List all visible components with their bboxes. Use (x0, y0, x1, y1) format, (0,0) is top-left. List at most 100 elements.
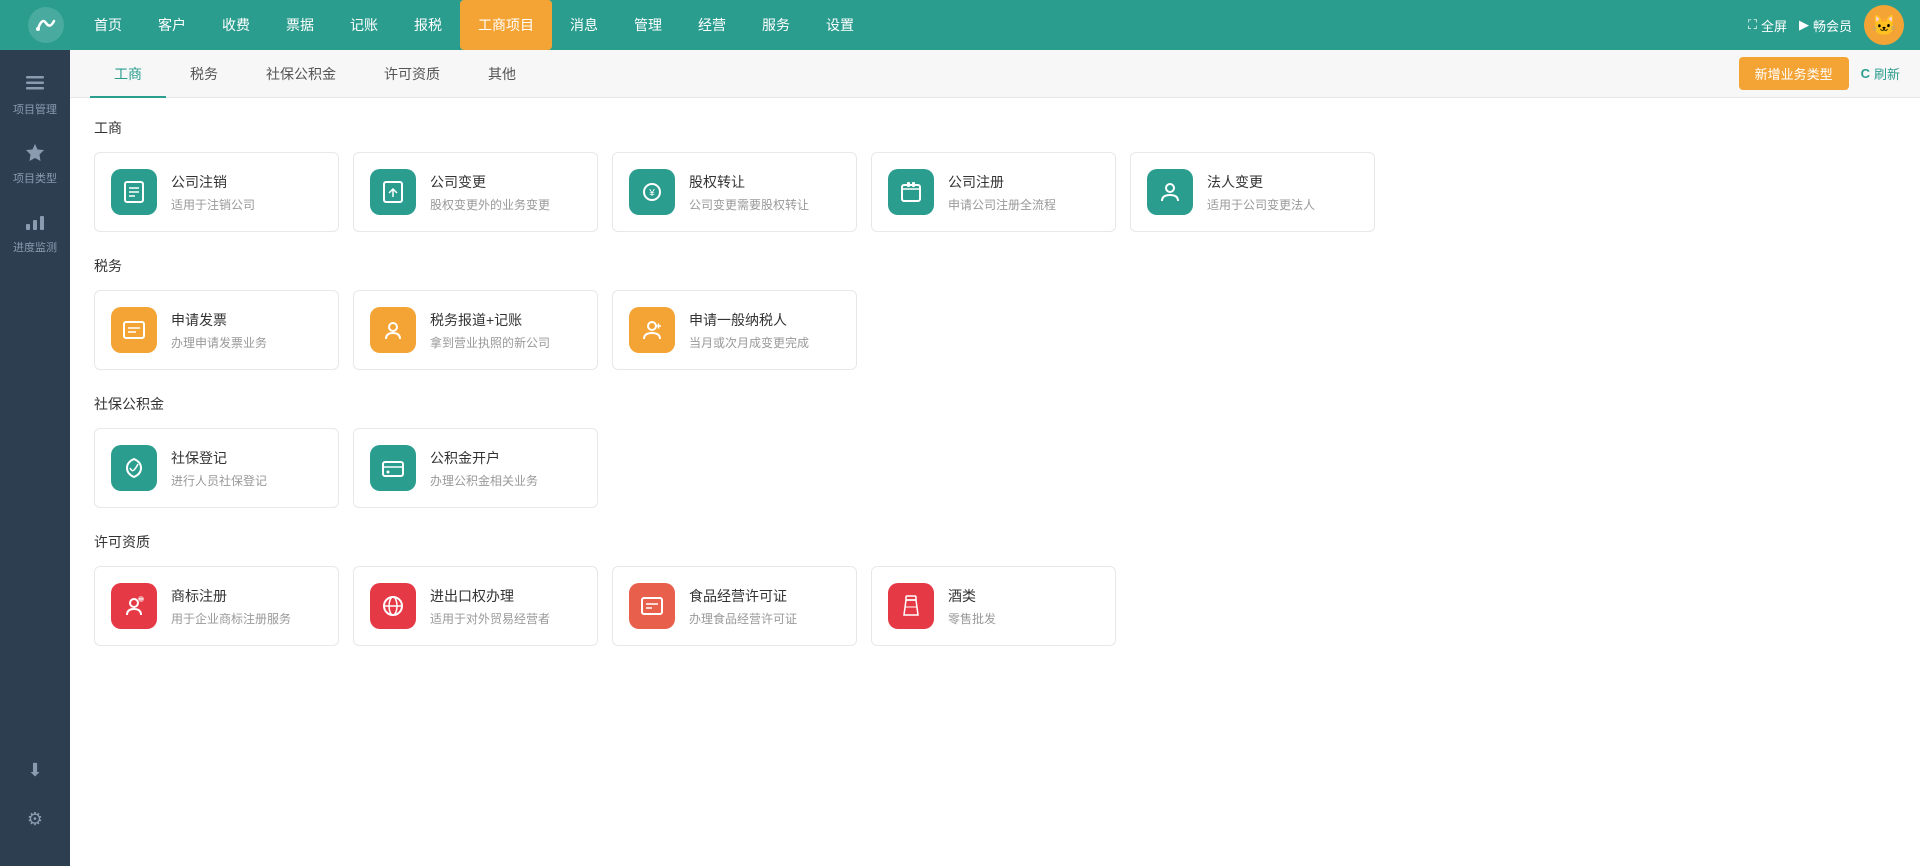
cards-row: 社保登记 进行人员社保登记 公积金开户 办理公积金相关业务 (94, 428, 1896, 508)
tab-税务[interactable]: 税务 (166, 50, 242, 98)
card-社保登记[interactable]: 社保登记 进行人员社保登记 (94, 428, 339, 508)
sidebar-settings-button[interactable]: ⚙ (0, 799, 70, 840)
card-desc: 进行人员社保登记 (171, 472, 267, 489)
card-text-社保登记: 社保登记 进行人员社保登记 (171, 448, 267, 489)
card-title: 公司注销 (171, 172, 255, 192)
card-desc: 拿到营业执照的新公司 (430, 334, 550, 351)
card-title: 食品经营许可证 (689, 586, 797, 606)
sidebar-item-项目类型[interactable]: 项目类型 (0, 129, 70, 198)
card-申请发票[interactable]: 申请发票 办理申请发票业务 (94, 290, 339, 370)
section-工商: 工商 公司注销 适用于注销公司 公司变更 股权变更外的业务变更 ¥ (94, 118, 1896, 232)
sidebar-bottom: ⬇ ⚙ (0, 750, 70, 856)
new-type-button[interactable]: 新增业务类型 (1739, 57, 1849, 90)
nav-item-消息[interactable]: 消息 (552, 0, 616, 50)
card-公司注册[interactable]: 公司注册 申请公司注册全流程 (871, 152, 1116, 232)
nav-right-actions: ⛶ 全屏 ▶ 畅会员 🐱 (1748, 5, 1904, 45)
card-icon-股权转让: ¥ (629, 169, 675, 215)
refresh-button[interactable]: C 刷新 (1861, 64, 1900, 83)
card-desc: 股权变更外的业务变更 (430, 196, 550, 213)
card-法人变更[interactable]: 法人变更 适用于公司变更法人 (1130, 152, 1375, 232)
card-icon-法人变更 (1147, 169, 1193, 215)
fullscreen-label: 全屏 (1761, 16, 1787, 35)
nav-item-工商项目[interactable]: 工商项目 (460, 0, 552, 50)
card-desc: 零售批发 (948, 610, 996, 627)
sidebar-item-进度监测[interactable]: 进度监测 (0, 198, 70, 267)
card-icon-酒类 (888, 583, 934, 629)
nav-item-服务[interactable]: 服务 (744, 0, 808, 50)
card-icon-食品经营许可证 (629, 583, 675, 629)
sidebar-label-项目类型: 项目类型 (13, 170, 57, 186)
section-title: 社保公积金 (94, 394, 1896, 414)
mascot-avatar: 🐱 (1864, 5, 1904, 45)
card-icon-税务报道+记账 (370, 307, 416, 353)
card-desc: 用于企业商标注册服务 (171, 610, 291, 627)
card-icon-进出口权办理 (370, 583, 416, 629)
card-icon-社保登记 (111, 445, 157, 491)
content-scroll[interactable]: 工商 公司注销 适用于注销公司 公司变更 股权变更外的业务变更 ¥ (70, 98, 1920, 866)
tab-其他[interactable]: 其他 (464, 50, 540, 98)
tab-许可资质[interactable]: 许可资质 (360, 50, 464, 98)
top-navigation: 首页客户收费票据记账报税工商项目消息管理经营服务设置 ⛶ 全屏 ▶ 畅会员 🐱 (0, 0, 1920, 50)
section-税务: 税务 申请发票 办理申请发票业务 税务报道+记账 拿到营业执照的新公司 (94, 256, 1896, 370)
card-税务报道+记账[interactable]: 税务报道+记账 拿到营业执照的新公司 (353, 290, 598, 370)
card-公积金开户[interactable]: 公积金开户 办理公积金相关业务 (353, 428, 598, 508)
card-text-食品经营许可证: 食品经营许可证 办理食品经营许可证 (689, 586, 797, 627)
vip-button[interactable]: ▶ 畅会员 (1799, 16, 1852, 35)
card-text-申请一般纳税人: 申请一般纳税人 当月或次月成变更完成 (689, 310, 809, 351)
card-desc: 申请公司注册全流程 (948, 196, 1056, 213)
nav-item-首页[interactable]: 首页 (76, 0, 140, 50)
tab-工商[interactable]: 工商 (90, 50, 166, 98)
tab-actions: 新增业务类型 C 刷新 (1739, 57, 1900, 90)
card-股权转让[interactable]: ¥ 股权转让 公司变更需要股权转让 (612, 152, 857, 232)
card-进出口权办理[interactable]: 进出口权办理 适用于对外贸易经营者 (353, 566, 598, 646)
nav-item-票据[interactable]: 票据 (268, 0, 332, 50)
card-text-酒类: 酒类 零售批发 (948, 586, 996, 627)
card-icon-商标注册: ™ (111, 583, 157, 629)
card-食品经营许可证[interactable]: 食品经营许可证 办理食品经营许可证 (612, 566, 857, 646)
sidebar-icon-进度监测 (24, 210, 46, 235)
card-商标注册[interactable]: ™ 商标注册 用于企业商标注册服务 (94, 566, 339, 646)
tabs: 工商税务社保公积金许可资质其他 (90, 50, 540, 98)
refresh-label: 刷新 (1874, 64, 1900, 83)
card-icon-公司变更 (370, 169, 416, 215)
svg-text:¥: ¥ (648, 188, 655, 199)
card-酒类[interactable]: 酒类 零售批发 (871, 566, 1116, 646)
card-公司变更[interactable]: 公司变更 股权变更外的业务变更 (353, 152, 598, 232)
sidebar-download-button[interactable]: ⬇ (0, 750, 70, 791)
section-title: 许可资质 (94, 532, 1896, 552)
nav-item-记账[interactable]: 记账 (332, 0, 396, 50)
card-text-公司注销: 公司注销 适用于注销公司 (171, 172, 255, 213)
section-许可资质: 许可资质 ™ 商标注册 用于企业商标注册服务 进出口权办理 适用于对外贸易经营者 (94, 532, 1896, 646)
card-desc: 办理食品经营许可证 (689, 610, 797, 627)
card-icon-申请一般纳税人 (629, 307, 675, 353)
card-title: 法人变更 (1207, 172, 1315, 192)
card-text-法人变更: 法人变更 适用于公司变更法人 (1207, 172, 1315, 213)
card-desc: 公司变更需要股权转让 (689, 196, 809, 213)
card-申请一般纳税人[interactable]: 申请一般纳税人 当月或次月成变更完成 (612, 290, 857, 370)
sidebar-item-项目管理[interactable]: 项目管理 (0, 60, 70, 129)
nav-item-设置[interactable]: 设置 (808, 0, 872, 50)
vip-play-icon: ▶ (1799, 17, 1809, 33)
nav-item-管理[interactable]: 管理 (616, 0, 680, 50)
card-text-税务报道+记账: 税务报道+记账 拿到营业执照的新公司 (430, 310, 550, 351)
nav-item-报税[interactable]: 报税 (396, 0, 460, 50)
card-公司注销[interactable]: 公司注销 适用于注销公司 (94, 152, 339, 232)
logo (16, 7, 76, 43)
card-title: 酒类 (948, 586, 996, 606)
nav-item-收费[interactable]: 收费 (204, 0, 268, 50)
card-title: 公积金开户 (430, 448, 538, 468)
sidebar-label-项目管理: 项目管理 (13, 101, 57, 117)
card-icon-公司注销 (111, 169, 157, 215)
card-icon-申请发票 (111, 307, 157, 353)
card-text-公积金开户: 公积金开户 办理公积金相关业务 (430, 448, 538, 489)
nav-item-经营[interactable]: 经营 (680, 0, 744, 50)
svg-text:™: ™ (138, 597, 144, 604)
sidebar-items: 项目管理项目类型进度监测 (0, 60, 70, 267)
fullscreen-button[interactable]: ⛶ 全屏 (1748, 16, 1787, 35)
nav-item-客户[interactable]: 客户 (140, 0, 204, 50)
card-title: 股权转让 (689, 172, 809, 192)
tab-社保公积金[interactable]: 社保公积金 (242, 50, 360, 98)
left-sidebar: 项目管理项目类型进度监测 ⬇ ⚙ (0, 50, 70, 866)
card-title: 税务报道+记账 (430, 310, 550, 330)
card-desc: 当月或次月成变更完成 (689, 334, 809, 351)
